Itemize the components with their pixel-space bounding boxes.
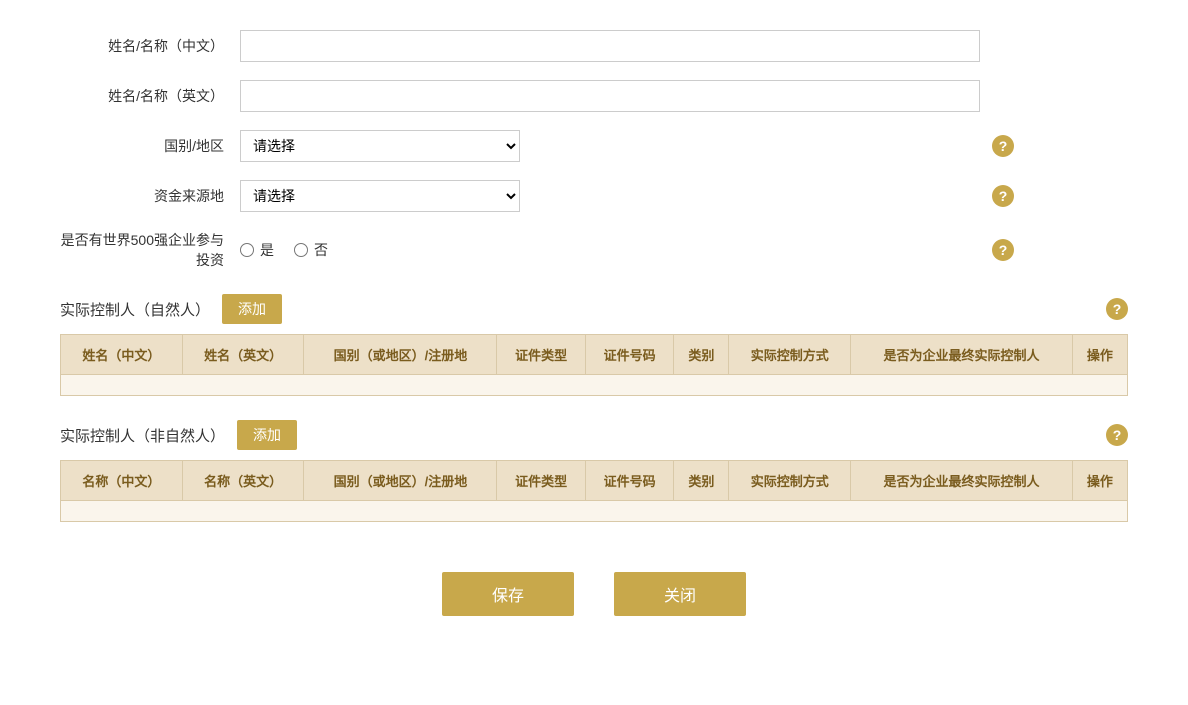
name-en-field-wrapper	[240, 80, 980, 112]
natural-col-cert-type: 证件类型	[497, 335, 585, 375]
country-row: 国别/地区 请选择 ?	[60, 130, 1128, 162]
non-natural-col-operation: 操作	[1072, 461, 1127, 501]
natural-col-country: 国别（或地区）/注册地	[304, 335, 497, 375]
name-cn-field-wrapper	[240, 30, 980, 62]
non-natural-person-table-header-row: 名称（中文） 名称（英文） 国别（或地区）/注册地 证件类型 证件号码 类别 实…	[61, 461, 1128, 501]
fortune500-yes-radio[interactable]	[240, 243, 254, 257]
non-natural-col-name-en: 名称（英文）	[182, 461, 304, 501]
country-label: 国别/地区	[60, 136, 240, 156]
country-help-icon[interactable]: ?	[992, 135, 1014, 157]
non-natural-person-table: 名称（中文） 名称（英文） 国别（或地区）/注册地 证件类型 证件号码 类别 实…	[60, 460, 1128, 522]
non-natural-person-add-button[interactable]: 添加	[237, 420, 297, 450]
close-button[interactable]: 关闭	[614, 572, 746, 616]
name-cn-input[interactable]	[240, 30, 980, 62]
natural-col-operation: 操作	[1072, 335, 1127, 375]
natural-person-empty-row	[61, 375, 1128, 396]
non-natural-col-name-cn: 名称（中文）	[61, 461, 183, 501]
natural-col-name-en: 姓名（英文）	[182, 335, 304, 375]
name-cn-row: 姓名/名称（中文）	[60, 30, 1128, 62]
country-select[interactable]: 请选择	[240, 130, 520, 162]
non-natural-col-cert-type: 证件类型	[497, 461, 585, 501]
non-natural-person-title: 实际控制人（非自然人）	[60, 425, 225, 446]
non-natural-person-help-icon[interactable]: ?	[1106, 424, 1128, 446]
name-en-label: 姓名/名称（英文）	[60, 86, 240, 106]
natural-col-is-final-controller: 是否为企业最终实际控制人	[851, 335, 1073, 375]
fund-source-label: 资金来源地	[60, 186, 240, 206]
fortune500-no-option[interactable]: 否	[294, 240, 328, 260]
non-natural-person-empty-row	[61, 501, 1128, 522]
fortune500-field-wrapper: 是 否	[240, 240, 980, 260]
non-natural-col-is-final-controller: 是否为企业最终实际控制人	[851, 461, 1073, 501]
natural-person-table-header-row: 姓名（中文） 姓名（英文） 国别（或地区）/注册地 证件类型 证件号码 类别 实…	[61, 335, 1128, 375]
natural-col-name-cn: 姓名（中文）	[61, 335, 183, 375]
fortune500-yes-option[interactable]: 是	[240, 240, 274, 260]
bottom-actions: 保存 关闭	[60, 572, 1128, 616]
fund-source-field-wrapper: 请选择	[240, 180, 980, 212]
non-natural-col-category: 类别	[674, 461, 729, 501]
natural-person-help-icon[interactable]: ?	[1106, 298, 1128, 320]
fortune500-label: 是否有世界500强企业参与投资	[60, 230, 240, 270]
fund-source-help-icon[interactable]: ?	[992, 185, 1014, 207]
country-field-wrapper: 请选择	[240, 130, 980, 162]
natural-person-empty-cell	[61, 375, 1128, 396]
non-natural-col-control-method: 实际控制方式	[729, 461, 851, 501]
natural-col-cert-no: 证件号码	[585, 335, 673, 375]
non-natural-col-country: 国别（或地区）/注册地	[304, 461, 497, 501]
fortune500-radio-group: 是 否	[240, 240, 980, 260]
fund-source-row: 资金来源地 请选择 ?	[60, 180, 1128, 212]
fortune500-help-icon[interactable]: ?	[992, 239, 1014, 261]
fund-source-select[interactable]: 请选择	[240, 180, 520, 212]
non-natural-person-section-header: 实际控制人（非自然人） 添加 ?	[60, 420, 1128, 450]
natural-person-section-header: 实际控制人（自然人） 添加 ?	[60, 294, 1128, 324]
name-en-row: 姓名/名称（英文）	[60, 80, 1128, 112]
natural-person-title: 实际控制人（自然人）	[60, 299, 210, 320]
non-natural-person-empty-cell	[61, 501, 1128, 522]
natural-person-add-button[interactable]: 添加	[222, 294, 282, 324]
name-cn-label: 姓名/名称（中文）	[60, 36, 240, 56]
natural-col-category: 类别	[674, 335, 729, 375]
non-natural-col-cert-no: 证件号码	[585, 461, 673, 501]
natural-person-table: 姓名（中文） 姓名（英文） 国别（或地区）/注册地 证件类型 证件号码 类别 实…	[60, 334, 1128, 396]
fortune500-row: 是否有世界500强企业参与投资 是 否 ?	[60, 230, 1128, 270]
fortune500-no-radio[interactable]	[294, 243, 308, 257]
fortune500-yes-label: 是	[260, 240, 274, 260]
natural-col-control-method: 实际控制方式	[729, 335, 851, 375]
fortune500-no-label: 否	[314, 240, 328, 260]
save-button[interactable]: 保存	[442, 572, 574, 616]
name-en-input[interactable]	[240, 80, 980, 112]
